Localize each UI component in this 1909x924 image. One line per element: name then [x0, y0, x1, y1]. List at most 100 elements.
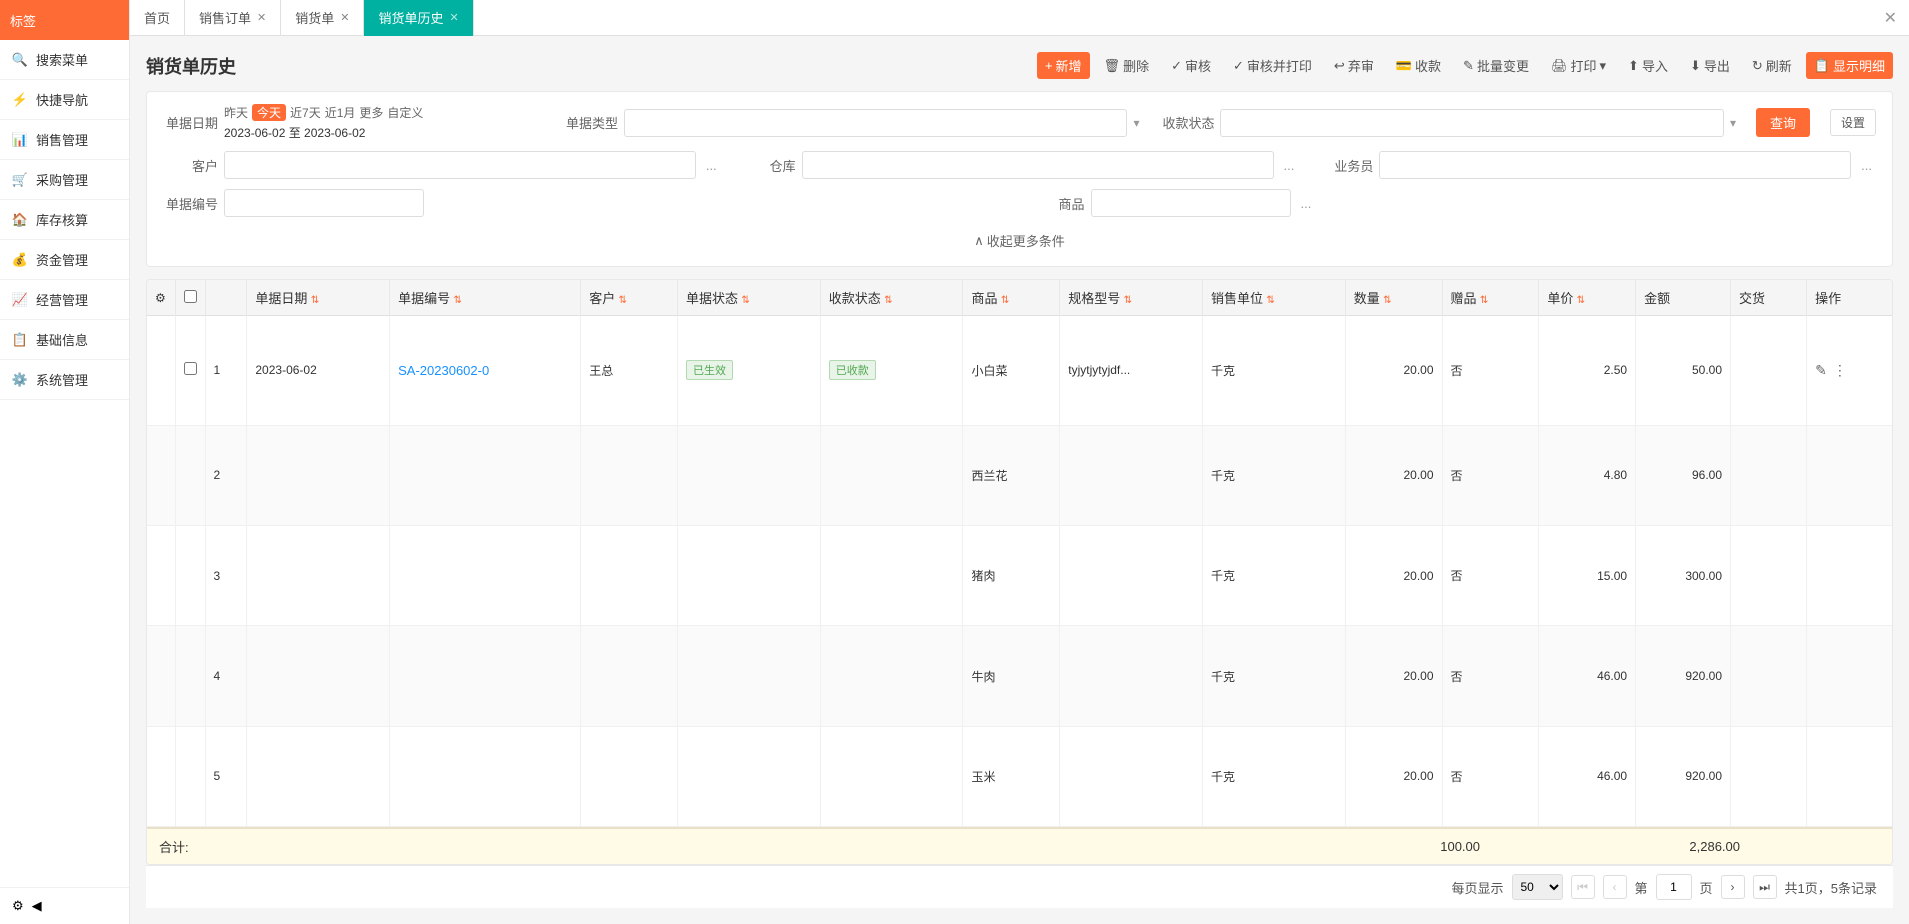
date-shortcut-more[interactable]: 更多 — [359, 104, 383, 121]
customer-ellipsis[interactable]: ... — [702, 158, 721, 173]
status-badge: 已生效 — [686, 360, 733, 380]
th-amount: 金额 — [1636, 280, 1731, 316]
cell-delivery-1 — [1731, 425, 1807, 525]
cell-qty-2: 20.00 — [1345, 526, 1442, 626]
tab-sales-goods-close[interactable]: ✕ — [340, 11, 349, 24]
doc-no-input[interactable] — [224, 189, 424, 217]
summary-row: 合计: 100.00 2,286.00 — [147, 827, 1892, 864]
th-price[interactable]: 单价 ⇅ — [1539, 280, 1636, 316]
th-actions: 操作 — [1807, 280, 1892, 316]
add-label: 新增 — [1056, 56, 1082, 75]
th-doc-status[interactable]: 单据状态 ⇅ — [677, 280, 820, 316]
tab-sales-history[interactable]: 销货单历史 ✕ — [364, 0, 473, 36]
last-page-button[interactable]: ⏭ — [1753, 875, 1777, 899]
th-date-label: 单据日期 — [255, 291, 307, 306]
sidebar-item-quicknav[interactable]: ⚡ 快捷导航 — [0, 80, 129, 120]
row-checkbox[interactable] — [184, 362, 197, 375]
collapse-up-icon: ∧ — [974, 233, 984, 249]
settings-button[interactable]: 设置 — [1830, 109, 1876, 136]
close-all-tabs[interactable]: ✕ — [1872, 8, 1909, 28]
audit-button[interactable]: ✓ 审核 — [1163, 52, 1219, 79]
th-product-label: 商品 — [971, 291, 997, 306]
batch-change-button[interactable]: ✎ 批量变更 — [1455, 52, 1537, 79]
select-all-checkbox[interactable] — [184, 290, 197, 303]
prev-page-button[interactable]: ‹ — [1603, 875, 1627, 899]
collect-button[interactable]: 💳 收款 — [1388, 52, 1449, 79]
cell-gift-0: 否 — [1442, 316, 1539, 426]
date-shortcut-custom[interactable]: 自定义 — [387, 104, 423, 121]
cell-unit-3: 千克 — [1203, 626, 1346, 726]
th-spec[interactable]: 规格型号 ⇅ — [1060, 280, 1203, 316]
sidebar-item-search[interactable]: 🔍 搜索菜单 — [0, 40, 129, 80]
tabs-bar: 首页 销售订单 ✕ 销货单 ✕ 销货单历史 ✕ ✕ — [130, 0, 1909, 36]
cell-seq-3: 4 — [205, 626, 247, 726]
th-gift[interactable]: 赠品 ⇅ — [1442, 280, 1539, 316]
th-product[interactable]: 商品 ⇅ — [963, 280, 1060, 316]
cell-amount-2: 300.00 — [1636, 526, 1731, 626]
th-doc-no[interactable]: 单据编号 ⇅ — [390, 280, 581, 316]
payment-status-select[interactable] — [1220, 109, 1723, 137]
import-button[interactable]: ⬆ 导入 — [1620, 52, 1676, 79]
cell-actions-3 — [1807, 626, 1892, 726]
lightning-icon: ⚡ — [12, 92, 28, 108]
query-button[interactable]: 查询 — [1756, 108, 1810, 137]
sidebar-settings-icon[interactable]: ⚙ — [12, 898, 24, 914]
abandon-button[interactable]: ↩ 弃审 — [1326, 52, 1382, 79]
cell-actions-2 — [1807, 526, 1892, 626]
tab-home[interactable]: 首页 — [130, 0, 185, 36]
page-size-select[interactable]: 50 20 100 — [1512, 874, 1563, 900]
tab-sales-goods[interactable]: 销货单 ✕ — [281, 0, 364, 36]
date-shortcut-today[interactable]: 今天 — [252, 104, 286, 121]
sidebar-item-sales[interactable]: 📊 销售管理 — [0, 120, 129, 160]
add-button[interactable]: + 新增 — [1037, 52, 1090, 79]
more-icon[interactable]: ⋮ — [1833, 362, 1847, 379]
th-qty[interactable]: 数量 ⇅ — [1345, 280, 1442, 316]
first-page-button[interactable]: ⏮ — [1571, 875, 1595, 899]
tab-sales-history-close[interactable]: ✕ — [450, 11, 459, 24]
tab-sales-order-close[interactable]: ✕ — [257, 11, 266, 24]
sidebar-item-operations[interactable]: 📈 经营管理 — [0, 280, 129, 320]
sidebar-item-finance[interactable]: 💰 资金管理 — [0, 240, 129, 280]
th-date[interactable]: 单据日期 ⇅ — [247, 280, 390, 316]
table-container: ⚙ 单据日期 ⇅ 单据编号 ⇅ — [146, 279, 1893, 865]
refresh-button[interactable]: ↻ 刷新 — [1744, 52, 1800, 79]
warehouse-ellipsis[interactable]: ... — [1280, 158, 1299, 173]
th-payment-status[interactable]: 收款状态 ⇅ — [820, 280, 963, 316]
th-seq — [205, 280, 247, 316]
salesperson-input[interactable] — [1379, 151, 1851, 179]
sidebar-collapse-icon[interactable]: ◀ — [32, 898, 42, 914]
tab-sales-order[interactable]: 销售订单 ✕ — [185, 0, 281, 36]
cell-date-4 — [247, 726, 390, 826]
th-customer[interactable]: 客户 ⇅ — [581, 280, 678, 316]
sort-paymentstatus-icon: ⇅ — [884, 295, 892, 306]
edit-icon[interactable]: ✎ — [1815, 362, 1827, 379]
sidebar-item-basic-info[interactable]: 📋 基础信息 — [0, 320, 129, 360]
sidebar-item-inventory[interactable]: 🏠 库存核算 — [0, 200, 129, 240]
print-button[interactable]: 🖨 打印 ▾ — [1543, 52, 1614, 79]
doc-no-link[interactable]: SA-20230602-0 — [398, 363, 489, 378]
salesperson-ellipsis[interactable]: ... — [1857, 158, 1876, 173]
cell-product-4: 玉米 — [963, 726, 1060, 826]
collapse-filter-button[interactable]: ∧ 收起更多条件 — [163, 227, 1876, 254]
summary-total-amount: 2,286.00 — [1640, 839, 1740, 854]
audit-print-button[interactable]: ✓ 审核并打印 — [1225, 52, 1320, 79]
next-page-button[interactable]: › — [1721, 875, 1745, 899]
sidebar-item-purchase[interactable]: 🛒 采购管理 — [0, 160, 129, 200]
date-shortcut-1month[interactable]: 近1月 — [325, 104, 356, 121]
customer-input[interactable] — [224, 151, 696, 179]
date-shortcut-7days[interactable]: 近7天 — [290, 104, 321, 121]
sidebar-item-system[interactable]: ⚙️ 系统管理 — [0, 360, 129, 400]
date-shortcut-yesterday[interactable]: 昨天 — [224, 104, 248, 121]
th-config[interactable]: ⚙ — [147, 280, 175, 316]
doc-type-select[interactable] — [624, 109, 1127, 137]
warehouse-input[interactable] — [802, 151, 1274, 179]
show-detail-button[interactable]: 📋 显示明细 — [1806, 52, 1893, 79]
product-input[interactable] — [1091, 189, 1291, 217]
cell-config-0 — [147, 316, 175, 426]
page-input[interactable] — [1656, 874, 1692, 900]
export-button[interactable]: ⬇ 导出 — [1682, 52, 1738, 79]
sort-price-icon: ⇅ — [1577, 295, 1585, 306]
product-ellipsis[interactable]: ... — [1297, 196, 1316, 211]
delete-button[interactable]: 🗑 删除 — [1096, 52, 1158, 79]
th-unit[interactable]: 销售单位 ⇅ — [1203, 280, 1346, 316]
